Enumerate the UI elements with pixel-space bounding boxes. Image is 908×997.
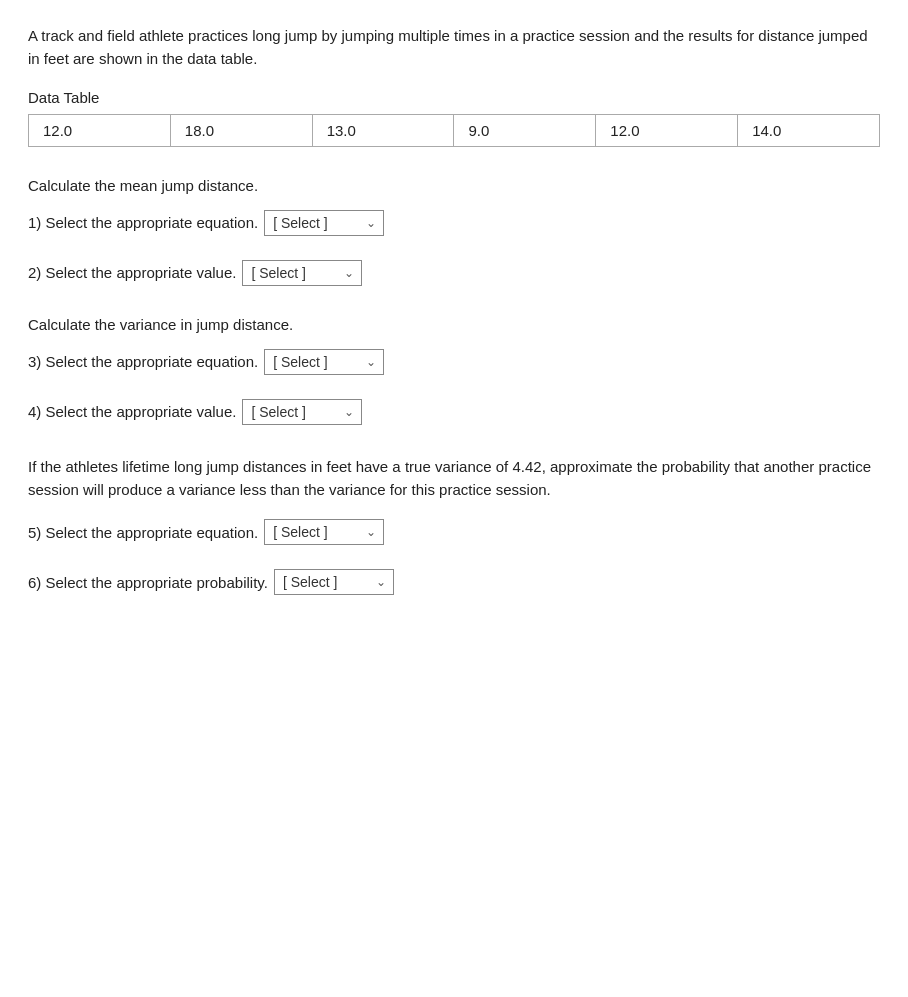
question-1-select-wrapper: [ Select ] ⌄: [264, 210, 384, 236]
question-5-select[interactable]: [ Select ]: [264, 519, 384, 545]
question-6-label: 6) Select the appropriate probability.: [28, 574, 268, 591]
table-cell-2: 18.0: [170, 114, 312, 146]
question-2-select[interactable]: [ Select ]: [242, 260, 362, 286]
probability-section: If the athletes lifetime long jump dista…: [28, 455, 880, 596]
question-5-select-wrapper: [ Select ] ⌄: [264, 519, 384, 545]
data-table-section: Data Table 12.0 18.0 13.0 9.0 12.0 14.0: [28, 89, 880, 147]
question-4-select-wrapper: [ Select ] ⌄: [242, 399, 362, 425]
variance-heading: Calculate the variance in jump distance.: [28, 316, 880, 333]
question-4-label: 4) Select the appropriate value.: [28, 403, 236, 420]
question-3-select-wrapper: [ Select ] ⌄: [264, 349, 384, 375]
question-6-select-wrapper: [ Select ] ⌄: [274, 569, 394, 595]
question-1-row: 1) Select the appropriate equation. [ Se…: [28, 210, 880, 236]
intro-text: A track and field athlete practices long…: [28, 24, 880, 71]
question-3-row: 3) Select the appropriate equation. [ Se…: [28, 349, 880, 375]
question-2-row: 2) Select the appropriate value. [ Selec…: [28, 260, 880, 286]
data-table: 12.0 18.0 13.0 9.0 12.0 14.0: [28, 114, 880, 147]
variance-section: Calculate the variance in jump distance.…: [28, 316, 880, 425]
question-1-select[interactable]: [ Select ]: [264, 210, 384, 236]
probability-text: If the athletes lifetime long jump dista…: [28, 455, 880, 502]
question-5-label: 5) Select the appropriate equation.: [28, 524, 258, 541]
data-table-label: Data Table: [28, 89, 880, 106]
table-cell-5: 12.0: [596, 114, 738, 146]
question-1-label: 1) Select the appropriate equation.: [28, 214, 258, 231]
table-cell-1: 12.0: [29, 114, 171, 146]
question-2-select-wrapper: [ Select ] ⌄: [242, 260, 362, 286]
question-4-select[interactable]: [ Select ]: [242, 399, 362, 425]
question-2-label: 2) Select the appropriate value.: [28, 264, 236, 281]
question-6-select[interactable]: [ Select ]: [274, 569, 394, 595]
question-3-select[interactable]: [ Select ]: [264, 349, 384, 375]
question-3-label: 3) Select the appropriate equation.: [28, 353, 258, 370]
table-cell-4: 9.0: [454, 114, 596, 146]
question-4-row: 4) Select the appropriate value. [ Selec…: [28, 399, 880, 425]
mean-heading: Calculate the mean jump distance.: [28, 177, 880, 194]
question-6-row: 6) Select the appropriate probability. […: [28, 569, 880, 595]
mean-section: Calculate the mean jump distance. 1) Sel…: [28, 177, 880, 286]
question-5-row: 5) Select the appropriate equation. [ Se…: [28, 519, 880, 545]
table-cell-6: 14.0: [738, 114, 880, 146]
table-cell-3: 13.0: [312, 114, 454, 146]
